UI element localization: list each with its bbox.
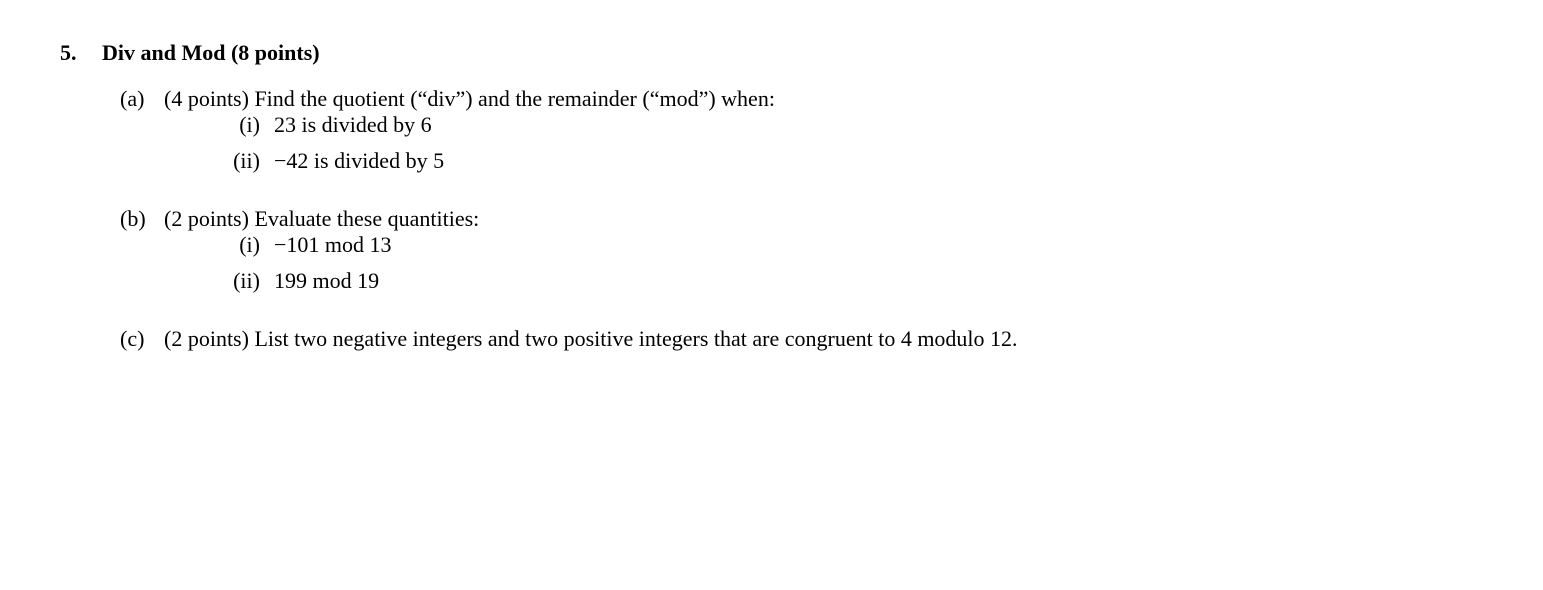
- subpart-a-i-label: (i): [224, 112, 260, 138]
- subpart-a-ii-label: (ii): [224, 148, 260, 174]
- part-a-content: (4 points) Find the quotient (“div”) and…: [164, 86, 1483, 184]
- part-b: (b) (2 points) Evaluate these quantities…: [60, 206, 1483, 304]
- subpart-a-i: (i) 23 is divided by 6: [164, 112, 1483, 138]
- part-c-label: (c): [120, 326, 150, 352]
- part-b-content: (2 points) Evaluate these quantities: (i…: [164, 206, 1483, 304]
- problem-container: 5. Div and Mod (8 points) (a) (4 points)…: [60, 40, 1483, 366]
- part-c-content: (2 points) List two negative integers an…: [164, 326, 1483, 352]
- subpart-a-ii: (ii) −42 is divided by 5: [164, 148, 1483, 174]
- subpart-b-ii: (ii) 199 mod 19: [164, 268, 1483, 294]
- subpart-a-ii-text: −42 is divided by 5: [274, 148, 444, 174]
- subpart-a-i-text: 23 is divided by 6: [274, 112, 432, 138]
- part-b-label: (b): [120, 206, 150, 232]
- problem-number: 5.: [60, 40, 90, 66]
- subpart-b-i: (i) −101 mod 13: [164, 232, 1483, 258]
- subpart-b-i-text: −101 mod 13: [274, 232, 392, 258]
- part-c: (c) (2 points) List two negative integer…: [60, 326, 1483, 352]
- part-c-text: (2 points) List two negative integers an…: [164, 326, 1018, 351]
- subpart-b-ii-text: 199 mod 19: [274, 268, 379, 294]
- part-b-text: (2 points) Evaluate these quantities:: [164, 206, 479, 231]
- part-a-label: (a): [120, 86, 150, 112]
- problem-title-text: Div and Mod (8 points): [102, 40, 320, 66]
- problem-title: 5. Div and Mod (8 points): [60, 40, 1483, 66]
- part-a: (a) (4 points) Find the quotient (“div”)…: [60, 86, 1483, 184]
- part-a-text: (4 points) Find the quotient (“div”) and…: [164, 86, 775, 111]
- subpart-b-i-label: (i): [224, 232, 260, 258]
- subpart-b-ii-label: (ii): [224, 268, 260, 294]
